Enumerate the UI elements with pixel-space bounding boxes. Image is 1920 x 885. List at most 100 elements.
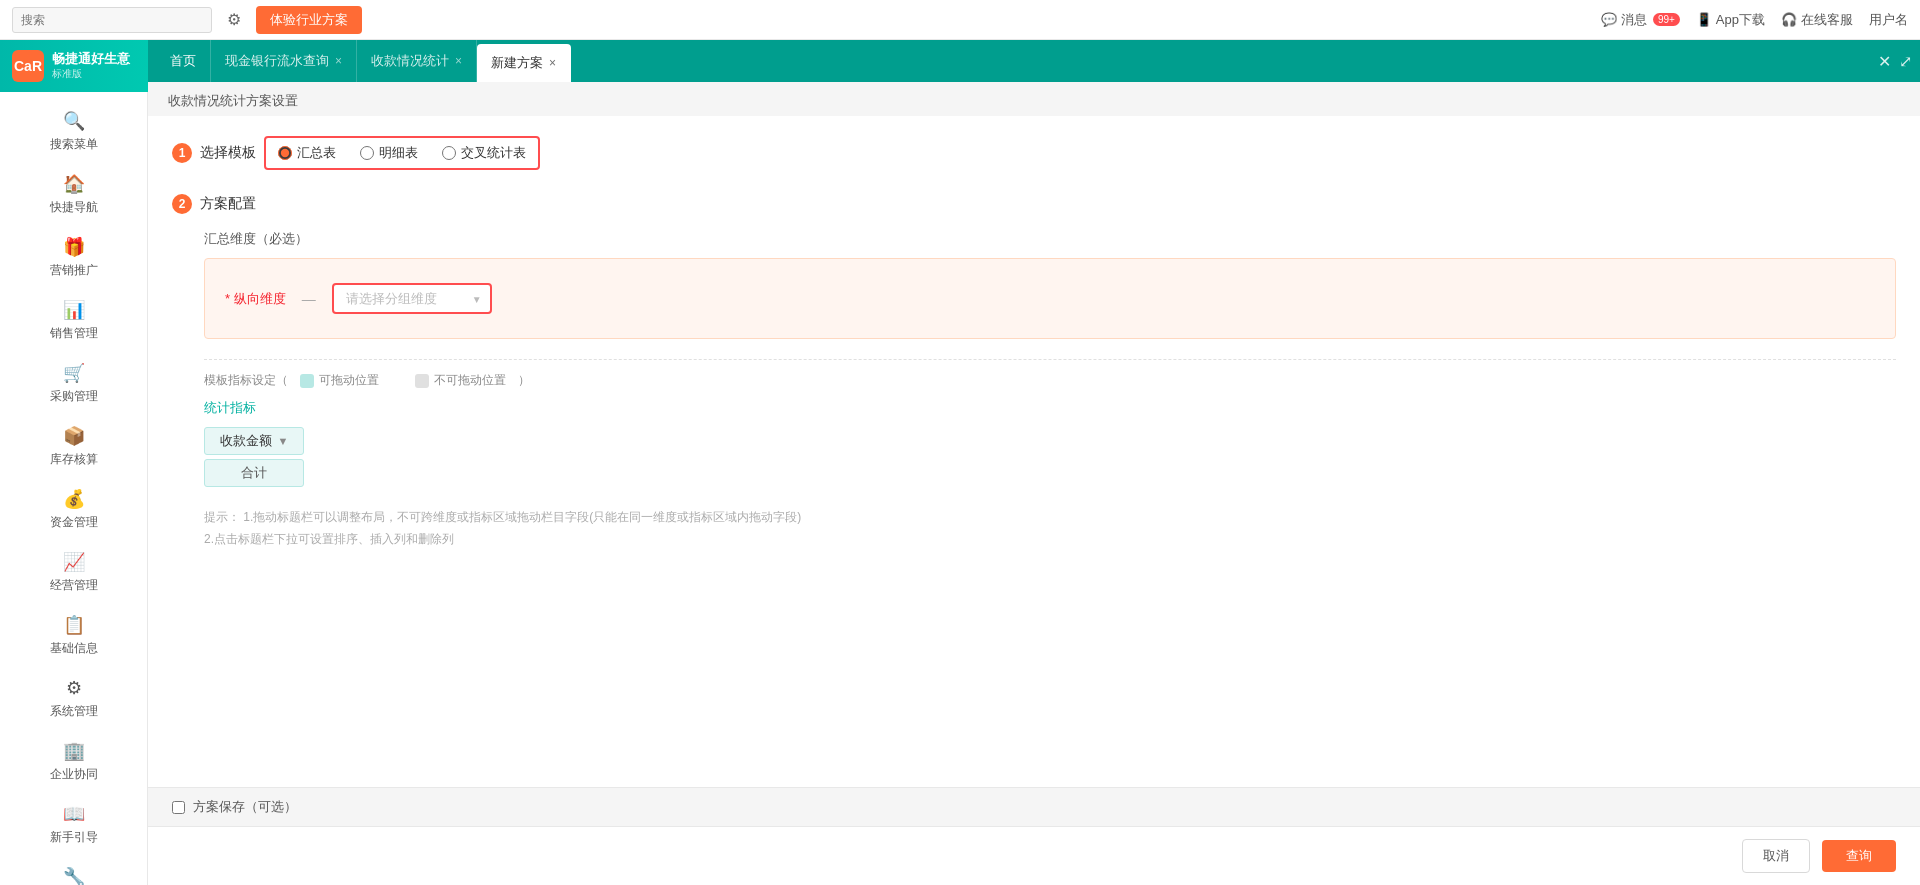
sidebar-item-search[interactable]: 🔍 搜索菜单: [0, 100, 147, 163]
divider: [204, 359, 1896, 360]
tab-cashflow[interactable]: 现金银行流水查询 ×: [211, 40, 357, 82]
tabs-bar: 首页 现金银行流水查询 × 收款情况统计 × 新建方案 × ✕ ⤢: [148, 40, 1920, 82]
sidebar-item-nav[interactable]: 🏠 快捷导航: [0, 163, 147, 226]
online-service-item[interactable]: 🎧 在线客服: [1781, 11, 1853, 29]
toggle-separator: [391, 372, 403, 389]
metric-tag-label: 收款金额: [220, 432, 272, 450]
dimension-arrow: —: [302, 291, 316, 307]
content-header: 收款情况统计方案设置: [148, 82, 1920, 116]
radio-cross-label: 交叉统计表: [461, 144, 526, 162]
sidebar-item-label: 资金管理: [50, 514, 98, 531]
sidebar-item-label: 企业协同: [50, 766, 98, 783]
search-menu-icon: 🔍: [63, 110, 85, 132]
radio-detail-input[interactable]: [360, 146, 374, 160]
fixed-dot: [415, 374, 429, 388]
tab-new-plan-close[interactable]: ×: [549, 56, 556, 70]
hint-line-2: 2.点击标题栏下拉可设置排序、插入列和删除列: [204, 529, 1896, 551]
purchase-icon: 🛒: [63, 362, 85, 384]
tab-cashflow-close[interactable]: ×: [335, 54, 342, 68]
sidebar-item-marketing[interactable]: 🎁 营销推广: [0, 226, 147, 289]
user-item[interactable]: 用户名: [1869, 11, 1908, 29]
finance-icon: 💰: [63, 488, 85, 510]
metric-col-statistics: 统计指标 收款金额 ▼ 合计: [204, 399, 304, 487]
toggle-close: ）: [518, 372, 530, 389]
breadcrumb: 收款情况统计方案设置: [168, 93, 298, 108]
draggable-dot: [300, 374, 314, 388]
footer-checkbox-area: 方案保存（可选）: [148, 787, 1920, 826]
sidebar-item-basic-info[interactable]: 📋 基础信息: [0, 604, 147, 667]
logo-text: 畅捷通好生意: [52, 51, 130, 68]
fixed-label: 不可拖动位置: [434, 372, 506, 389]
sidebar-item-purchase[interactable]: 🛒 采购管理: [0, 352, 147, 415]
save-plan-checkbox[interactable]: [172, 801, 185, 814]
tab-new-plan[interactable]: 新建方案 ×: [477, 44, 571, 82]
metric-arrow-icon: ▼: [278, 435, 289, 447]
metrics-section: 模板指标设定（ 可拖动位置 不可拖动位置 ）: [204, 372, 1896, 487]
sidebar-item-enterprise[interactable]: 🏢 企业协同: [0, 730, 147, 793]
gear-icon[interactable]: ⚙: [220, 6, 248, 34]
sidebar-item-guide[interactable]: 📖 新手引导: [0, 793, 147, 856]
tab-cashflow-label: 现金银行流水查询: [225, 52, 329, 70]
sidebar-container: CaR 畅捷通好生意 标准版 🔍 搜索菜单 🏠 快捷导航 🎁 营销推广 📊 销售…: [0, 40, 148, 885]
metrics-toggle: 模板指标设定（ 可拖动位置 不可拖动位置 ）: [204, 372, 1896, 389]
radio-detail-label: 明细表: [379, 144, 418, 162]
radio-detail[interactable]: 明细表: [360, 144, 418, 162]
dimension-select[interactable]: 请选择分组维度: [332, 283, 492, 314]
tab-receipts-close[interactable]: ×: [455, 54, 462, 68]
fullscreen-icon[interactable]: ⤢: [1899, 52, 1912, 71]
topbar: ⚙ 体验行业方案 💬 消息 99+ 📱 App下载 🎧 在线客服 用户名: [0, 0, 1920, 40]
trial-button[interactable]: 体验行业方案: [256, 6, 362, 34]
sidebar-item-label: 营销推广: [50, 262, 98, 279]
query-button[interactable]: 查询: [1822, 840, 1896, 872]
section1-num: 1: [172, 143, 192, 163]
hint-line-1: 提示： 1.拖动标题栏可以调整布局，不可跨维度或指标区域拖动栏目字段(只能在同一…: [204, 507, 1896, 529]
sidebar-item-finance[interactable]: 💰 资金管理: [0, 478, 147, 541]
metrics-section-title: 模板指标设定（: [204, 372, 288, 389]
radio-cross-input[interactable]: [442, 146, 456, 160]
draggable-toggle-item: 可拖动位置: [300, 372, 379, 389]
service-label: 在线客服: [1801, 11, 1853, 29]
topbar-left: ⚙ 体验行业方案: [12, 6, 362, 34]
section2-title: 方案配置: [200, 195, 256, 213]
tab-receipts[interactable]: 收款情况统计 ×: [357, 40, 477, 82]
radio-summary-label: 汇总表: [297, 144, 336, 162]
action-bar: 取消 查询: [148, 826, 1920, 885]
sidebar-item-label: 采购管理: [50, 388, 98, 405]
metrics-cols: 统计指标 收款金额 ▼ 合计: [204, 399, 1896, 487]
system-icon: ⚙: [66, 677, 82, 699]
sidebar-item-label: 库存核算: [50, 451, 98, 468]
cancel-button[interactable]: 取消: [1742, 839, 1810, 873]
tab-home-label: 首页: [170, 52, 196, 70]
sidebar-item-label: 系统管理: [50, 703, 98, 720]
main-layout: CaR 畅捷通好生意 标准版 🔍 搜索菜单 🏠 快捷导航 🎁 营销推广 📊 销售…: [0, 40, 1920, 885]
sidebar-item-label: 经营管理: [50, 577, 98, 594]
service-icon: 🎧: [1781, 12, 1797, 27]
save-plan-label[interactable]: 方案保存（可选）: [193, 798, 297, 816]
fixed-toggle-item: 不可拖动位置: [415, 372, 506, 389]
radio-cross[interactable]: 交叉统计表: [442, 144, 526, 162]
close-all-icon[interactable]: ✕: [1878, 52, 1891, 71]
metric-tag-amount[interactable]: 收款金额 ▼: [204, 427, 304, 455]
radio-summary[interactable]: 汇总表: [278, 144, 336, 162]
app-download-item[interactable]: 📱 App下载: [1696, 11, 1765, 29]
section1-title: 选择模板: [200, 144, 256, 162]
dimension-label: * 纵向维度: [225, 290, 286, 308]
message-item[interactable]: 💬 消息 99+: [1601, 11, 1680, 29]
dimension-select-wrap[interactable]: 请选择分组维度: [332, 283, 492, 314]
tab-home[interactable]: 首页: [156, 40, 211, 82]
sidebar-item-hardware[interactable]: 🔧 智能硬件: [0, 856, 147, 885]
sidebar-item-label: 搜索菜单: [50, 136, 98, 153]
metric-sub-total: 合计: [204, 459, 304, 487]
sidebar-item-management[interactable]: 📈 经营管理: [0, 541, 147, 604]
sidebar-item-inventory[interactable]: 📦 库存核算: [0, 415, 147, 478]
logo-sub: 标准版: [52, 67, 130, 81]
radio-summary-input[interactable]: [278, 146, 292, 160]
sidebar-item-system[interactable]: ⚙ 系统管理: [0, 667, 147, 730]
metrics-group-label: 统计指标: [204, 399, 304, 417]
sidebar-item-label: 快捷导航: [50, 199, 98, 216]
enterprise-icon: 🏢: [63, 740, 85, 762]
home-icon: 🏠: [63, 173, 85, 195]
sidebar-item-sales[interactable]: 📊 销售管理: [0, 289, 147, 352]
section1-label: 1 选择模板 汇总表 明细表 交叉统计表: [172, 136, 1896, 170]
search-input[interactable]: [12, 7, 212, 33]
